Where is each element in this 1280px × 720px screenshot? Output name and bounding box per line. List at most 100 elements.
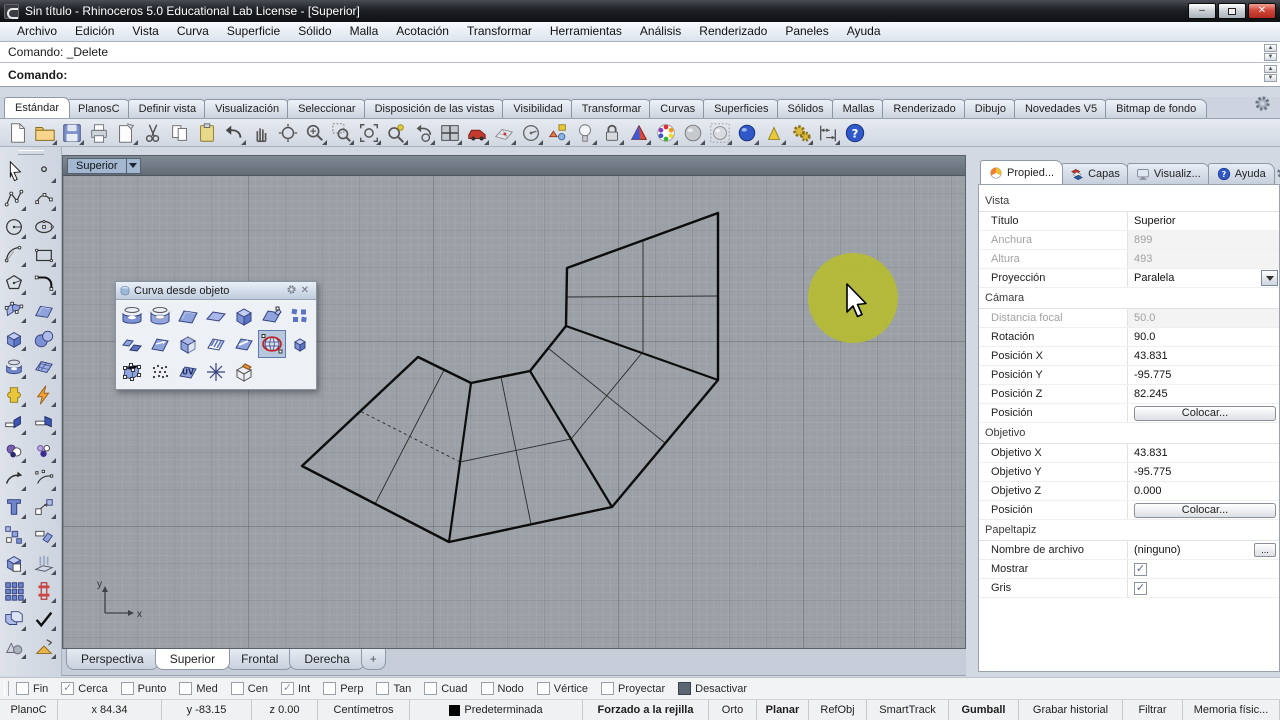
panel-tab-visualiz[interactable]: Visualiz... xyxy=(1126,163,1210,184)
floating-toolbar-close-icon[interactable]: ✕ xyxy=(297,285,313,296)
status-y-83-15[interactable]: y -83.15 xyxy=(162,700,252,720)
osnap-cerca[interactable]: ✓ Cerca xyxy=(61,682,108,695)
extract-isocurve-icon[interactable] xyxy=(258,330,286,358)
isocurve-direction-icon[interactable] xyxy=(230,330,258,358)
viewport-tab-frontal[interactable]: Frontal xyxy=(226,649,294,670)
toolbar-tab[interactable]: Estándar xyxy=(4,97,71,118)
arc-icon[interactable] xyxy=(2,243,26,267)
restore-button[interactable] xyxy=(1218,3,1246,19)
text-object-icon[interactable] xyxy=(2,495,26,519)
osnap-punto[interactable]: Punto xyxy=(120,682,166,695)
viewport-title[interactable]: Superior xyxy=(67,157,127,174)
menu-renderizado[interactable]: Renderizado xyxy=(690,22,776,41)
toolbar-tab[interactable]: Transformar xyxy=(570,99,653,118)
curve-from-2-views-icon[interactable] xyxy=(258,302,286,330)
toolbar-tab[interactable]: Dibujo xyxy=(963,99,1017,118)
status-memoria-f-sic-[interactable]: Memoria físic... xyxy=(1183,700,1280,720)
curved-surface-icon[interactable] xyxy=(32,299,56,323)
save-file-icon[interactable] xyxy=(60,121,84,145)
osnap-fin[interactable]: Fin xyxy=(16,682,48,695)
rotate-view-icon[interactable] xyxy=(276,121,300,145)
property-value[interactable]: -95.775 xyxy=(1134,369,1171,381)
copy-objects-icon[interactable] xyxy=(2,523,26,547)
scroll-down-icon[interactable]: ▼ xyxy=(1264,53,1277,61)
osnap-cen[interactable]: Cen xyxy=(230,682,268,695)
cut-icon[interactable] xyxy=(141,121,165,145)
menu-herramientas[interactable]: Herramientas xyxy=(541,22,631,41)
floating-toolbar-titlebar[interactable]: Curva desde objeto ✕ xyxy=(116,282,316,300)
toolbar-tab[interactable]: Seleccionar xyxy=(287,99,367,118)
property-value[interactable]: 493 xyxy=(1134,253,1152,265)
menu-malla[interactable]: Malla xyxy=(341,22,388,41)
polygon-icon[interactable] xyxy=(2,271,26,295)
toolbar-tab[interactable]: Bitmap de fondo xyxy=(1105,99,1208,118)
set-view-icon[interactable] xyxy=(519,121,543,145)
paste-icon[interactable] xyxy=(195,121,219,145)
viewport-tab-derecha[interactable]: Derecha xyxy=(289,649,365,670)
property-value[interactable]: 43.831 xyxy=(1134,350,1168,362)
single-point-icon[interactable] xyxy=(32,159,56,183)
move-icon[interactable] xyxy=(32,495,56,519)
primitives-icon[interactable] xyxy=(2,635,26,659)
property-value[interactable]: -95.775 xyxy=(1134,466,1171,478)
toolbar-tab[interactable]: Curvas xyxy=(649,99,707,118)
viewport-tab-perspectiva[interactable]: Perspectiva xyxy=(66,649,159,670)
rotate-shear-icon[interactable] xyxy=(32,523,56,547)
toolbar-tab[interactable]: Definir vista xyxy=(127,99,208,118)
intersect-surfaces-icon[interactable] xyxy=(118,330,146,358)
osnap-vértice[interactable]: Vértice xyxy=(536,682,588,695)
tab-options-gear-icon[interactable] xyxy=(1250,91,1274,115)
section-points-icon[interactable] xyxy=(286,302,314,330)
join-icon[interactable] xyxy=(2,383,26,407)
status-orto[interactable]: Orto xyxy=(709,700,757,720)
status-x-84-34[interactable]: x 84.34 xyxy=(58,700,162,720)
render-preview-icon[interactable] xyxy=(654,121,678,145)
check-objects-icon[interactable] xyxy=(32,607,56,631)
checkbox[interactable]: ✓ xyxy=(1134,581,1147,595)
colocar-button[interactable]: Colocar... xyxy=(1134,502,1276,518)
property-value[interactable]: 90.0 xyxy=(1134,331,1155,343)
named-views-icon[interactable] xyxy=(465,121,489,145)
osnap-nodo[interactable]: Nodo xyxy=(480,682,524,695)
status-z-0-00[interactable]: z 0.00 xyxy=(252,700,318,720)
array-linear-icon[interactable] xyxy=(32,579,56,603)
cmd-scroll-down-icon[interactable]: ▼ xyxy=(1264,74,1277,82)
menu-transformar[interactable]: Transformar xyxy=(458,22,541,41)
zoom-dynamic-icon[interactable] xyxy=(303,121,327,145)
undo-view-change-icon[interactable] xyxy=(411,121,435,145)
hide-objects-icon[interactable] xyxy=(546,121,570,145)
box-icon[interactable] xyxy=(2,327,26,351)
toolbar-tab[interactable]: Superficies xyxy=(703,99,780,118)
osnap-med[interactable]: Med xyxy=(179,682,218,695)
cmd-scroll-up-icon[interactable]: ▲ xyxy=(1264,65,1277,73)
osnap-int[interactable]: ✓ Int xyxy=(280,682,310,695)
osnap-desactivar[interactable]: Desactivar xyxy=(678,682,747,695)
dimension-icon[interactable] xyxy=(816,121,840,145)
circle-icon[interactable] xyxy=(2,215,26,239)
select-pointer-icon[interactable] xyxy=(2,159,26,183)
toolbar-tab[interactable]: Disposición de las vistas xyxy=(363,99,506,118)
viewport-tab-superior[interactable]: Superior xyxy=(154,649,231,670)
zoom-window-icon[interactable] xyxy=(330,121,354,145)
extend-curve-icon[interactable] xyxy=(2,467,26,491)
status-forzado-a-la-rejilla[interactable]: Forzado a la rejilla xyxy=(583,700,709,720)
menu-superficie[interactable]: Superficie xyxy=(218,22,289,41)
property-value[interactable]: 50.0 xyxy=(1134,312,1155,324)
document-options-icon[interactable] xyxy=(789,121,813,145)
sphere-icon[interactable] xyxy=(32,327,56,351)
ghosted-viewport-icon[interactable] xyxy=(708,121,732,145)
viewport-superior[interactable]: Superior y x xyxy=(62,155,966,649)
checkbox[interactable]: ✓ xyxy=(1134,562,1147,576)
property-value[interactable]: 0.000 xyxy=(1134,485,1162,497)
panel-tab-capas[interactable]: Capas xyxy=(1061,163,1129,184)
create-uv-curves-icon[interactable]: UV xyxy=(174,358,202,386)
rendered-viewport-icon[interactable] xyxy=(735,121,759,145)
print-icon[interactable] xyxy=(87,121,111,145)
curve-from-mesh-icon[interactable] xyxy=(202,358,230,386)
dropdown-arrow-icon[interactable] xyxy=(1261,270,1278,286)
browse-button[interactable]: ... xyxy=(1254,543,1276,557)
extract-points-icon[interactable] xyxy=(146,358,174,386)
surface-from-points-icon[interactable] xyxy=(2,299,26,323)
spotlight-icon[interactable] xyxy=(762,121,786,145)
status-predeterminada[interactable]: Predeterminada xyxy=(410,700,583,720)
